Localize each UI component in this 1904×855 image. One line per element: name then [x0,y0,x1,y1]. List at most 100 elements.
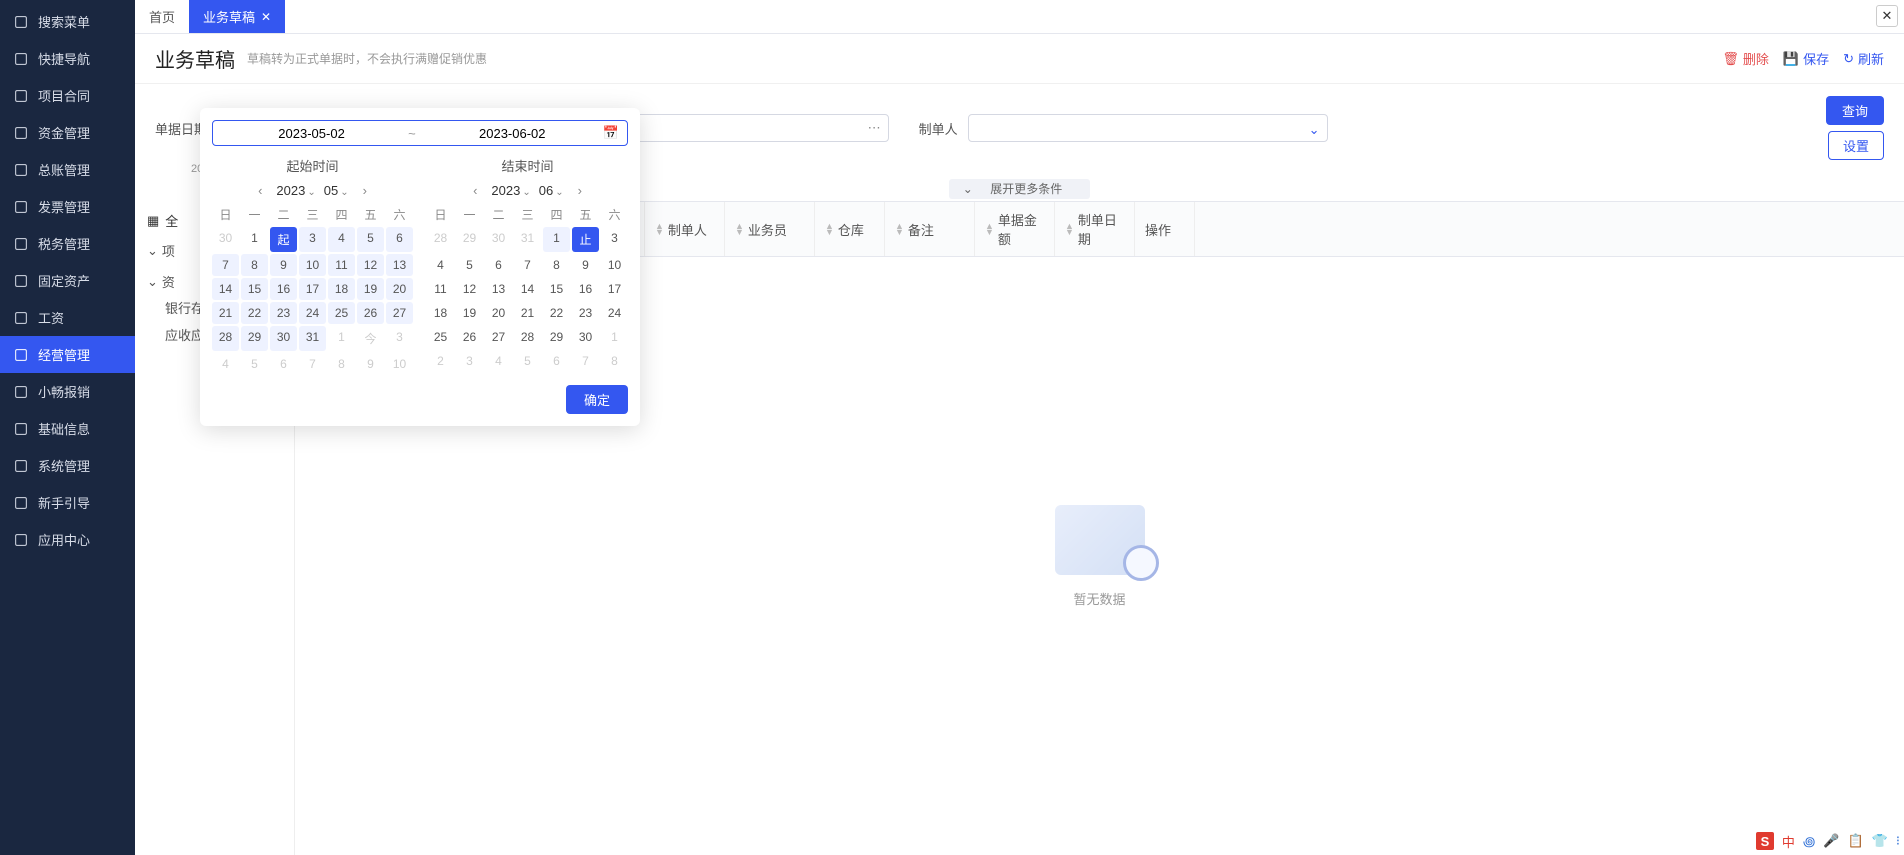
day-cell[interactable]: 4 [328,227,355,252]
day-cell[interactable]: 6 [386,227,413,252]
day-cell[interactable]: 起 [270,227,297,252]
day-cell[interactable]: 止 [572,227,599,252]
day-cell[interactable]: 12 [357,254,384,276]
day-cell[interactable]: 24 [601,302,628,324]
day-cell[interactable]: 25 [328,302,355,324]
sidebar-item-ledger[interactable]: 总账管理 [0,151,135,188]
day-cell[interactable]: 30 [212,227,239,252]
day-cell[interactable]: 23 [270,302,297,324]
prev-month-button[interactable]: ‹ [252,181,268,200]
next-month-button[interactable]: › [357,181,373,200]
tab-业务草稿[interactable]: 业务草稿✕ [189,0,285,33]
day-cell[interactable]: 30 [572,326,599,348]
close-icon[interactable]: ✕ [1876,5,1898,27]
sort-icon[interactable]: ▲▼ [735,223,744,235]
chevron-down-icon[interactable]: ⌄ [1309,122,1320,138]
day-cell[interactable]: 20 [485,302,512,324]
day-cell[interactable]: 3 [386,326,413,351]
sidebar-item-sys[interactable]: 系统管理 [0,447,135,484]
day-cell[interactable]: 10 [601,254,628,276]
day-cell[interactable]: 18 [427,302,454,324]
day-cell[interactable]: 23 [572,302,599,324]
maker-input[interactable] [968,114,1328,142]
day-cell[interactable]: 10 [299,254,326,276]
day-cell[interactable]: 15 [543,278,570,300]
column-header[interactable]: ▲▼制单人 [645,202,725,256]
day-cell[interactable]: 5 [456,254,483,276]
day-cell[interactable]: 4 [485,350,512,372]
day-cell[interactable]: 29 [456,227,483,252]
prev-month-button[interactable]: ‹ [467,181,483,200]
unit-picker-icon[interactable]: ⋯ [868,120,881,136]
day-cell[interactable]: 7 [212,254,239,276]
day-cell[interactable]: 7 [572,350,599,372]
day-cell[interactable]: 27 [485,326,512,348]
day-cell[interactable]: 1 [241,227,268,252]
sidebar-item-app[interactable]: 应用中心 [0,521,135,558]
sidebar-item-guide[interactable]: 新手引导 [0,484,135,521]
sort-icon[interactable]: ▲▼ [1065,223,1074,235]
day-cell[interactable]: 16 [572,278,599,300]
day-cell[interactable]: 17 [299,278,326,300]
day-cell[interactable]: 10 [386,353,413,375]
delete-button[interactable]: 🗑删除 [1722,49,1769,68]
day-cell[interactable]: 8 [601,350,628,372]
keyboard-icon[interactable]: 📋 [1847,833,1863,849]
day-cell[interactable]: 30 [485,227,512,252]
query-button[interactable]: 查询 [1826,96,1884,125]
more-icon[interactable]: ⁝ [1896,833,1900,849]
column-header[interactable]: ▲▼业务员 [725,202,815,256]
day-cell[interactable]: 19 [456,302,483,324]
day-cell[interactable]: 4 [212,353,239,375]
day-cell[interactable]: 15 [241,278,268,300]
day-cell[interactable]: 1 [601,326,628,348]
calendar-icon[interactable]: 📅 [603,125,619,141]
day-cell[interactable]: 8 [543,254,570,276]
column-header[interactable]: ▲▼单据金额 [975,202,1055,256]
next-month-button[interactable]: › [572,181,588,200]
right-month[interactable]: 06 [539,183,564,198]
day-cell[interactable]: 12 [456,278,483,300]
day-cell[interactable]: 1 [543,227,570,252]
day-cell[interactable]: 13 [386,254,413,276]
right-year[interactable]: 2023 [491,183,530,198]
day-cell[interactable]: 3 [456,350,483,372]
day-cell[interactable]: 7 [299,353,326,375]
start-date-input[interactable] [221,126,402,141]
day-cell[interactable]: 28 [427,227,454,252]
day-cell[interactable]: 9 [572,254,599,276]
ime-logo-icon[interactable]: S [1756,832,1774,850]
day-cell[interactable]: 1 [328,326,355,351]
sidebar-item-invoice[interactable]: 发票管理 [0,188,135,225]
sort-icon[interactable]: ▲▼ [985,223,994,235]
refresh-button[interactable]: ↻刷新 [1843,49,1884,68]
sort-icon[interactable]: ▲▼ [655,223,664,235]
day-cell[interactable]: 3 [601,227,628,252]
day-cell[interactable]: 21 [514,302,541,324]
day-cell[interactable]: 29 [543,326,570,348]
day-cell[interactable]: 28 [212,326,239,351]
sidebar-item-nav[interactable]: 快捷导航 [0,40,135,77]
day-cell[interactable]: 5 [241,353,268,375]
sidebar-item-salary[interactable]: 工资 [0,299,135,336]
day-cell[interactable]: 6 [485,254,512,276]
sidebar-item-contract[interactable]: 项目合同 [0,77,135,114]
day-cell[interactable]: 2 [427,350,454,372]
day-cell[interactable]: 31 [514,227,541,252]
day-cell[interactable]: 18 [328,278,355,300]
day-cell[interactable]: 26 [456,326,483,348]
day-cell[interactable]: 14 [212,278,239,300]
expand-conditions-button[interactable]: ⌄ 展开更多条件 [949,179,1090,199]
sidebar-item-reimb[interactable]: 小畅报销 [0,373,135,410]
column-header[interactable]: ▲▼仓库 [815,202,885,256]
day-cell[interactable]: 17 [601,278,628,300]
day-cell[interactable]: 22 [241,302,268,324]
day-cell[interactable]: 3 [299,227,326,252]
day-cell[interactable]: 25 [427,326,454,348]
skin-icon[interactable]: 👕 [1872,833,1888,849]
day-cell[interactable]: 27 [386,302,413,324]
sort-icon[interactable]: ▲▼ [895,223,904,235]
day-cell[interactable]: 5 [514,350,541,372]
day-cell[interactable]: 26 [357,302,384,324]
left-month[interactable]: 05 [324,183,349,198]
